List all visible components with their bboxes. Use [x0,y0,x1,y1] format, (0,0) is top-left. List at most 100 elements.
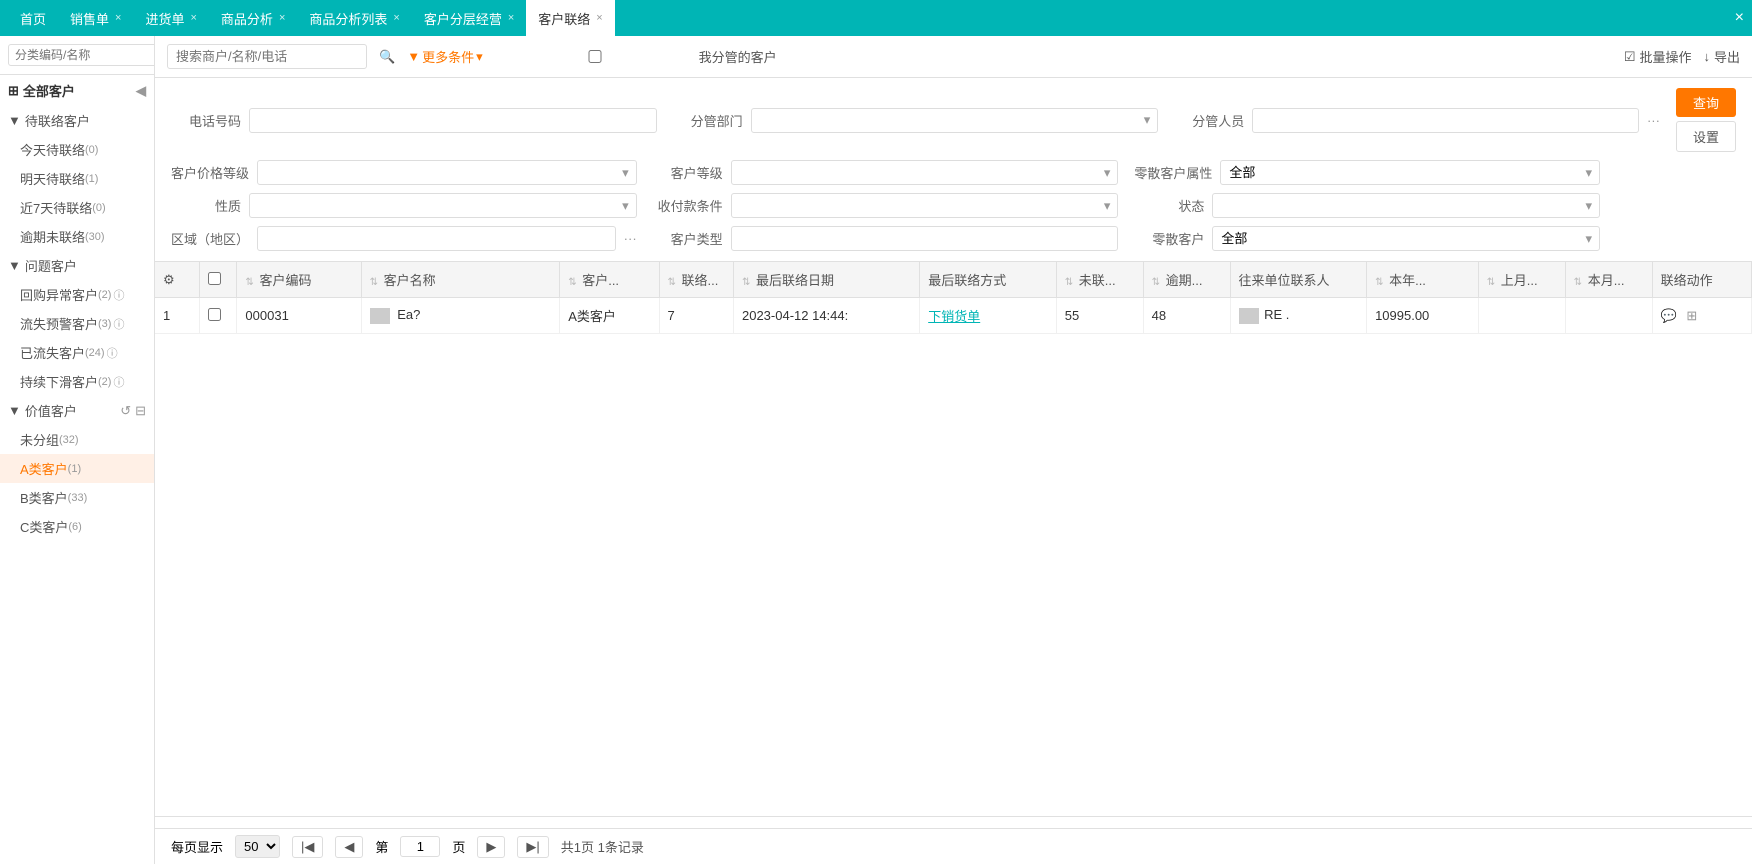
sidebar-item-class-c[interactable]: C类客户 (6) [0,512,154,541]
sidebar-item-lost-customers[interactable]: 已流失客户 (24) ⓘ [0,338,154,367]
th-gear[interactable]: ⚙ [155,262,200,298]
sidebar-item-overdue-contact[interactable]: 逾期未联络 (30) [0,222,154,251]
close-icon[interactable]: × [393,12,399,24]
top-navigation: 首页 销售单 × 进货单 × 商品分析 × 商品分析列表 × 客户分层经营 × … [0,0,1752,36]
td-this-year: 10995.00 [1367,298,1479,334]
horizontal-scrollbar[interactable] [155,816,1752,828]
th-contact: ⇅ 联络... [659,262,733,298]
td-name: Ea? [361,298,560,334]
next-page-btn[interactable]: ▶ [477,836,505,858]
sidebar-search-input[interactable] [8,44,155,66]
search-input[interactable] [167,44,367,69]
sidebar-all-customers-header[interactable]: ⊞ 全部客户 ◀ [0,75,154,106]
sidebar-item-declining-customers[interactable]: 持续下滑客户 (2) ⓘ [0,367,154,396]
nav-tab-purchase[interactable]: 进货单 × [133,0,208,36]
filter-customer-level: 客户等级 [653,160,1119,185]
th-no-contact: ⇅ 未联... [1056,262,1143,298]
prev-page-btn[interactable]: ◀ [335,836,363,858]
customer-type-input[interactable] [731,226,1119,251]
sidebar-value-customers-header[interactable]: ▼ 价值客户 ↺ ⊟ [0,396,154,425]
status-select[interactable] [1212,193,1600,218]
main-layout: 🔍 ⊞ 全部客户 ◀ ▼ 待联络客户 今天待联络 (0) 明天待联络 (1) 近… [0,36,1752,864]
last-page-btn[interactable]: ▶| [517,836,548,858]
close-icon[interactable]: × [596,12,602,24]
select-all-checkbox[interactable] [208,272,221,285]
my-customers-checkbox[interactable] [495,50,695,63]
td-this-month [1565,298,1652,334]
refresh-icon[interactable]: ↺ [120,403,131,419]
sidebar-item-abnormal-repurchase[interactable]: 回购异常客户 (2) ⓘ [0,280,154,309]
nature-select[interactable] [249,193,637,218]
close-icon[interactable]: × [508,12,514,24]
close-icon[interactable]: × [279,12,285,24]
close-icon[interactable]: × [190,12,196,24]
close-all-tabs-icon[interactable]: × [1735,9,1744,27]
last-contact-method-link[interactable]: 下销货单 [928,309,980,324]
sidebar-item-class-b[interactable]: B类客户 (33) [0,483,154,512]
phone-input[interactable] [249,108,657,133]
sidebar-item-class-a[interactable]: A类客户 (1) [0,454,154,483]
nav-tab-analysis[interactable]: 商品分析 × [209,0,297,36]
filter-region: 区域（地区） ··· [171,226,637,251]
filter-retail-customer: 零散客户 全部 [1134,226,1600,251]
first-page-btn[interactable]: |◀ [292,836,323,858]
search-button[interactable]: 查询 [1676,88,1736,117]
close-icon[interactable]: × [115,12,121,24]
search-icon[interactable]: 🔍 [379,49,395,65]
sidebar-item-7days-contact[interactable]: 近7天待联络 (0) [0,193,154,222]
nav-tab-sales[interactable]: 销售单 × [58,0,133,36]
filter-dept: 分管部门 [673,108,1159,133]
th-code: ⇅ 客户编码 [237,262,361,298]
my-customers-checkbox-label[interactable]: 我分管的客户 [495,47,777,66]
batch-operation-btn[interactable]: ☑ 批量操作 [1624,47,1692,66]
region-input[interactable] [257,226,616,251]
grid-icon: ⊞ [8,83,19,99]
sidebar-pending-contact-header[interactable]: ▼ 待联络客户 [0,106,154,135]
staff-input[interactable] [1252,108,1639,133]
nav-home[interactable]: 首页 [8,0,58,36]
nav-tab-customer-tier[interactable]: 客户分层经营 × [412,0,526,36]
per-page-select[interactable]: 50 [235,835,280,858]
payment-select[interactable] [731,193,1119,218]
sidebar-item-loss-warning[interactable]: 流失预警客户 (3) ⓘ [0,309,154,338]
action-chat-icon[interactable]: 💬 [1661,308,1677,323]
filter-phone: 电话号码 [171,108,657,133]
sidebar-problem-customers-header[interactable]: ▼ 问题客户 [0,251,154,280]
th-last-month: ⇅ 上月... [1478,262,1565,298]
row-checkbox[interactable] [208,308,221,321]
price-level-select[interactable] [257,160,637,185]
sidebar-item-tomorrow-contact[interactable]: 明天待联络 (1) [0,164,154,193]
page-number-input[interactable] [400,836,440,857]
retail-attr-select[interactable]: 全部 [1220,160,1600,185]
th-company-contact: 往来单位联系人 [1230,262,1367,298]
table-row: 1 000031 Ea? A类客户 7 2023-04-12 14:44: [155,298,1752,334]
export-btn[interactable]: ↓ 导出 [1703,47,1740,66]
th-type: ⇅ 客户... [560,262,659,298]
nav-tab-analysis-list[interactable]: 商品分析列表 × [297,0,411,36]
nav-tab-customer-contact[interactable]: 客户联络 × [526,0,614,36]
retail-customer-select[interactable]: 全部 [1212,226,1600,251]
td-type: A类客户 [560,298,659,334]
action-more-icon[interactable]: ⊞ [1686,308,1697,323]
filter-row-1: 电话号码 分管部门 分管人员 ··· 查询 设置 [171,88,1736,152]
region-dots-icon[interactable]: ··· [624,231,637,246]
staff-dots-icon[interactable]: ··· [1647,113,1660,128]
settings-button[interactable]: 设置 [1676,121,1736,152]
export-icon: ↓ [1703,49,1710,64]
td-code: 000031 [237,298,361,334]
sidebar-item-today-contact[interactable]: 今天待联络 (0) [0,135,154,164]
filter-payment: 收付款条件 [653,193,1119,218]
dept-select[interactable] [751,108,1159,133]
arrow-down-icon: ▼ [8,113,21,128]
td-last-method: 下销货单 [920,298,1057,334]
th-action: 联络动作 [1652,262,1751,298]
more-conditions-btn[interactable]: ▼ 更多条件 ▾ [407,47,482,66]
settings-small-icon[interactable]: ⊟ [135,403,146,419]
table-header-row: ⚙ ⇅ 客户编码 ⇅ 客户名称 ⇅ [155,262,1752,298]
customer-level-select[interactable] [731,160,1119,185]
sidebar-collapse-icon[interactable]: ◀ [136,83,146,99]
td-company-contact: RE . [1230,298,1367,334]
td-num: 1 [155,298,200,334]
th-checkbox [200,262,237,298]
sidebar-item-ungrouped[interactable]: 未分组 (32) [0,425,154,454]
